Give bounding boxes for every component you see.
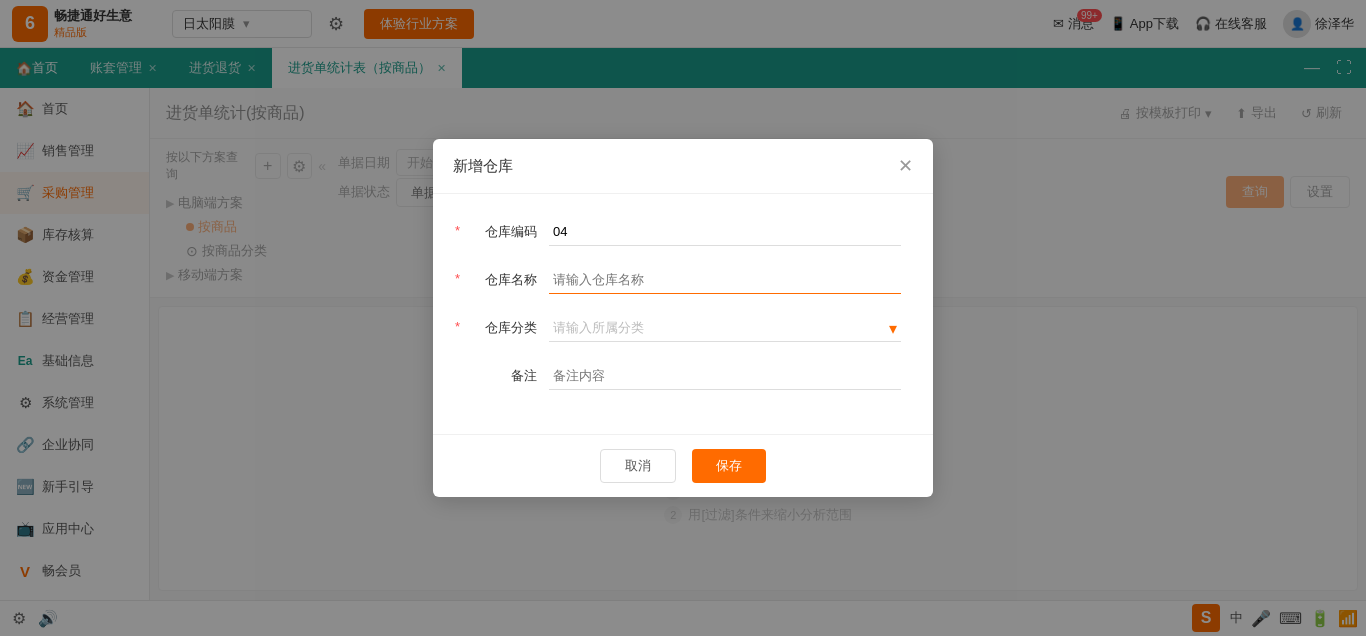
modal-footer: 取消 保存 bbox=[433, 434, 933, 497]
remark-label: 备注 bbox=[465, 367, 537, 385]
warehouse-code-input[interactable] bbox=[549, 218, 901, 246]
modal-close-button[interactable]: ✕ bbox=[898, 155, 913, 177]
form-row-code: 仓库编码 bbox=[465, 218, 901, 246]
warehouse-remark-input[interactable] bbox=[549, 362, 901, 390]
warehouse-name-input[interactable] bbox=[549, 266, 901, 294]
modal-header: 新增仓库 ✕ bbox=[433, 139, 933, 194]
warehouse-category-select[interactable]: 请输入所属分类 bbox=[549, 314, 901, 342]
code-label: 仓库编码 bbox=[465, 223, 537, 241]
category-label: 仓库分类 bbox=[465, 319, 537, 337]
cancel-button[interactable]: 取消 bbox=[600, 449, 676, 483]
modal-title: 新增仓库 bbox=[453, 157, 513, 176]
form-row-name: 仓库名称 bbox=[465, 266, 901, 294]
save-button[interactable]: 保存 bbox=[692, 449, 766, 483]
new-warehouse-modal: 新增仓库 ✕ 仓库编码 仓库名称 仓库分类 请输入所属分类 ▾ bbox=[433, 139, 933, 497]
modal-overlay: 新增仓库 ✕ 仓库编码 仓库名称 仓库分类 请输入所属分类 ▾ bbox=[0, 0, 1366, 636]
name-label: 仓库名称 bbox=[465, 271, 537, 289]
category-select-wrap: 请输入所属分类 ▾ bbox=[549, 314, 901, 342]
form-row-remark: 备注 bbox=[465, 362, 901, 390]
modal-body: 仓库编码 仓库名称 仓库分类 请输入所属分类 ▾ 备注 bbox=[433, 194, 933, 434]
form-row-category: 仓库分类 请输入所属分类 ▾ bbox=[465, 314, 901, 342]
